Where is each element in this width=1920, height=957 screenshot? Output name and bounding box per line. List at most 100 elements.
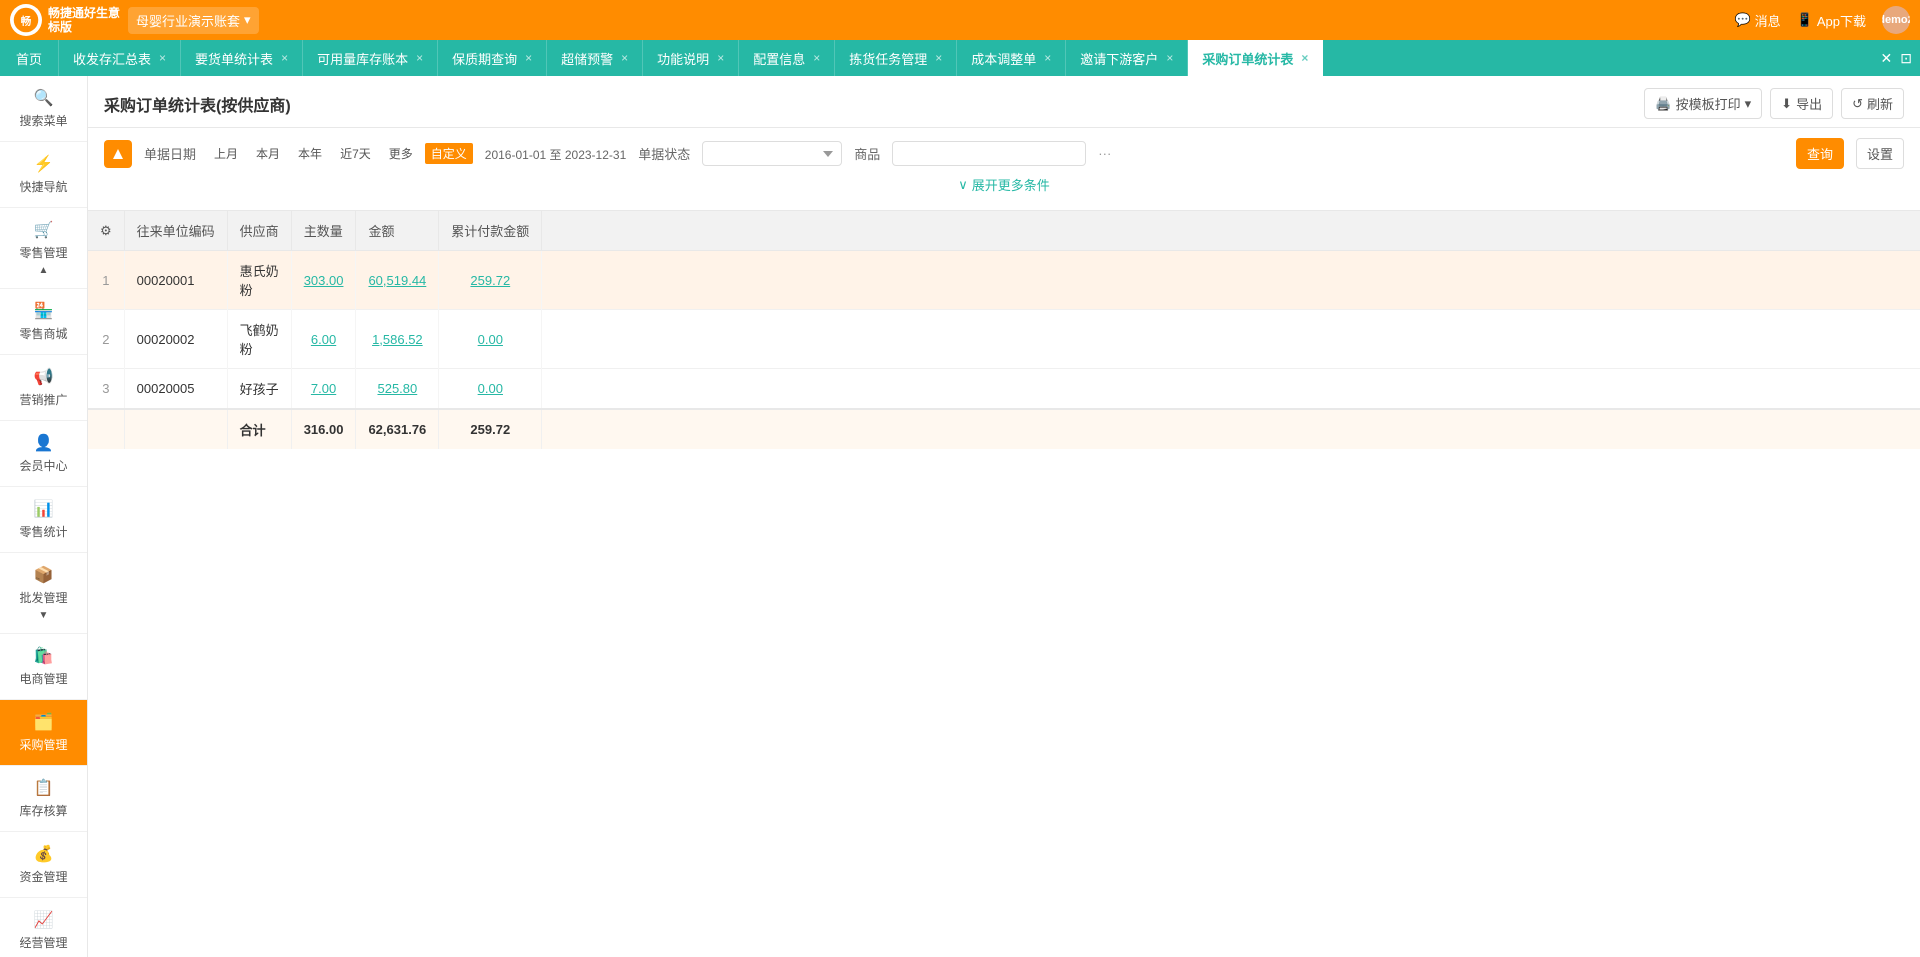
app-download-btn[interactable]: 📱 App下载 xyxy=(1797,11,1866,30)
sidebar-item-marketing[interactable]: 📢 营销推广 xyxy=(0,355,87,421)
unit-code-cell: 00020005 xyxy=(124,369,227,410)
goods-filter-label: 商品 xyxy=(854,144,880,163)
chevron-down-icon: ▼ xyxy=(39,610,49,621)
sidebar-item-inventory[interactable]: 📋 库存核算 xyxy=(0,766,87,832)
settings-btn[interactable]: 设置 xyxy=(1856,138,1904,169)
wholesale-icon: 📦 xyxy=(34,565,54,585)
filter-expand-icon xyxy=(111,147,125,161)
shortcut-this-year[interactable]: 本年 xyxy=(292,143,328,164)
page-header: 采购订单统计表(按供应商) 🖨️ 按模板打印 ▾ ⬇ 导出 ↺ 刷新 xyxy=(88,76,1920,128)
close-tab-goods-stats[interactable]: × xyxy=(281,51,288,65)
table-container: ⚙ 往来单位编码 供应商 主数量 金额 累计付款金额 1 00020001 惠氏… xyxy=(88,211,1920,957)
print-dropdown-icon: ▾ xyxy=(1745,96,1752,112)
sidebar-item-label: 快捷导航 xyxy=(19,178,67,195)
sidebar-item-finance[interactable]: 💰 资金管理 xyxy=(0,832,87,898)
table-row[interactable]: 3 00020005 好孩子 7.00 525.80 0.00 xyxy=(88,369,1920,410)
sidebar-item-search[interactable]: 🔍 搜索菜单 xyxy=(0,76,87,142)
qty-cell[interactable]: 7.00 xyxy=(291,369,356,410)
table-row[interactable]: 1 00020001 惠氏奶粉 303.00 60,519.44 259.72 xyxy=(88,251,1920,310)
close-all-tabs-btn[interactable]: ✕ xyxy=(1881,50,1893,67)
paid-cell[interactable]: 0.00 xyxy=(439,369,542,410)
tab-cost-adjust[interactable]: 成本调整单 × xyxy=(957,40,1066,76)
tab-over-stock-alert[interactable]: 超储预警 × xyxy=(547,40,643,76)
amount-cell[interactable]: 60,519.44 xyxy=(356,251,439,310)
maximize-btn[interactable]: ⊡ xyxy=(1900,50,1912,67)
amount-cell[interactable]: 1,586.52 xyxy=(356,310,439,369)
sidebar-item-label: 营销推广 xyxy=(19,391,67,408)
tab-validity-query[interactable]: 保质期查询 × xyxy=(438,40,547,76)
sidebar-item-member[interactable]: 👤 会员中心 xyxy=(0,421,87,487)
retail-store-icon: 🏪 xyxy=(34,301,54,321)
tab-goods-stats[interactable]: 要货单统计表 × xyxy=(181,40,303,76)
paid-cell[interactable]: 0.00 xyxy=(439,310,542,369)
sidebar-item-retail[interactable]: 🛒 零售管理 ▲ xyxy=(0,208,87,289)
close-tab-usable-stock[interactable]: × xyxy=(416,51,423,65)
goods-input[interactable] xyxy=(892,141,1086,166)
export-btn[interactable]: ⬇ 导出 xyxy=(1770,88,1833,119)
user-avatar[interactable]: demo2 xyxy=(1882,6,1910,34)
status-select[interactable] xyxy=(702,141,842,166)
amount-cell[interactable]: 525.80 xyxy=(356,369,439,410)
shortcut-7days[interactable]: 近7天 xyxy=(334,143,377,164)
shortcut-custom[interactable]: 自定义 xyxy=(425,143,473,164)
shortcut-more[interactable]: 更多 xyxy=(383,143,419,164)
supplier-cell: 惠氏奶粉 xyxy=(227,251,291,310)
print-btn[interactable]: 🖨️ 按模板打印 ▾ xyxy=(1644,88,1762,119)
sidebar-item-ops[interactable]: 📈 经营管理 xyxy=(0,898,87,957)
sidebar-item-label: 电商管理 xyxy=(19,670,67,687)
tab-receive-send[interactable]: 收发存汇总表 × xyxy=(59,40,181,76)
close-tab-validity-query[interactable]: × xyxy=(525,51,532,65)
close-tab-cost-adjust[interactable]: × xyxy=(1044,51,1051,65)
avatar: demo2 xyxy=(1882,6,1910,34)
sidebar-item-purchase[interactable]: 🗂️ 采购管理 xyxy=(0,700,87,766)
sidebar-item-ecommerce[interactable]: 🛍️ 电商管理 xyxy=(0,634,87,700)
sidebar-item-label: 搜索菜单 xyxy=(19,112,67,129)
shortcut-this-month[interactable]: 本月 xyxy=(250,143,286,164)
tab-home[interactable]: 首页 xyxy=(0,40,59,76)
filter-toggle-btn[interactable] xyxy=(104,140,132,168)
member-icon: 👤 xyxy=(34,433,54,453)
close-tab-over-stock-alert[interactable]: × xyxy=(621,51,628,65)
expand-more-btn[interactable]: ∨ 展开更多条件 xyxy=(104,169,1904,200)
supplier-cell: 飞鹤奶粉 xyxy=(227,310,291,369)
tab-purchase-stats[interactable]: 采购订单统计表 × xyxy=(1188,40,1323,76)
tab-pick-task[interactable]: 拣货任务管理 × xyxy=(835,40,957,76)
shortcut-last-month[interactable]: 上月 xyxy=(208,143,244,164)
refresh-btn[interactable]: ↺ 刷新 xyxy=(1841,88,1904,119)
main-layout: 🔍 搜索菜单 ⚡ 快捷导航 🛒 零售管理 ▲ 🏪 零售商城 📢 营销推广 👤 会… xyxy=(0,76,1920,957)
close-tab-purchase-stats[interactable]: × xyxy=(1301,51,1308,65)
message-btn[interactable]: 💬 消息 xyxy=(1734,11,1780,30)
qty-cell[interactable]: 6.00 xyxy=(291,310,356,369)
data-table: ⚙ 往来单位编码 供应商 主数量 金额 累计付款金额 1 00020001 惠氏… xyxy=(88,211,1920,449)
inventory-icon: 📋 xyxy=(34,778,54,798)
close-tab-invite-downstream[interactable]: × xyxy=(1166,51,1173,65)
sidebar-item-retail-stats[interactable]: 📊 零售统计 xyxy=(0,487,87,553)
unit-code-cell: 00020002 xyxy=(124,310,227,369)
tab-config-info[interactable]: 配置信息 × xyxy=(739,40,835,76)
date-shortcuts: 上月 本月 本年 近7天 更多 自定义 xyxy=(208,143,473,164)
close-tab-pick-task[interactable]: × xyxy=(935,51,942,65)
paid-cell[interactable]: 259.72 xyxy=(439,251,542,310)
tab-func-desc[interactable]: 功能说明 × xyxy=(643,40,739,76)
chevron-icon: ▲ xyxy=(39,265,49,276)
ops-icon: 📈 xyxy=(34,910,54,930)
sidebar-item-retail-store[interactable]: 🏪 零售商城 xyxy=(0,289,87,355)
finance-icon: 💰 xyxy=(34,844,54,864)
col-qty: 主数量 xyxy=(291,211,356,251)
sidebar-item-quick-nav[interactable]: ⚡ 快捷导航 xyxy=(0,142,87,208)
tab-usable-stock[interactable]: 可用量库存账本 × xyxy=(303,40,438,76)
tab-invite-downstream[interactable]: 邀请下游客户 × xyxy=(1066,40,1188,76)
print-icon: 🖨️ xyxy=(1655,96,1671,112)
workspace-selector[interactable]: 母婴行业演示账套 ▾ xyxy=(128,7,259,34)
close-tab-func-desc[interactable]: × xyxy=(717,51,724,65)
table-row[interactable]: 2 00020002 飞鹤奶粉 6.00 1,586.52 0.00 xyxy=(88,310,1920,369)
retail-icon: 🛒 xyxy=(34,220,54,240)
close-tab-config-info[interactable]: × xyxy=(813,51,820,65)
sidebar-item-wholesale[interactable]: 📦 批发管理 ▼ xyxy=(0,553,87,634)
sidebar-item-label: 零售统计 xyxy=(19,523,67,540)
close-tab-receive-send[interactable]: × xyxy=(159,51,166,65)
query-btn[interactable]: 查询 xyxy=(1796,138,1844,169)
goods-more-icon[interactable]: ··· xyxy=(1098,146,1111,161)
qty-cell[interactable]: 303.00 xyxy=(291,251,356,310)
retail-stats-icon: 📊 xyxy=(34,499,54,519)
